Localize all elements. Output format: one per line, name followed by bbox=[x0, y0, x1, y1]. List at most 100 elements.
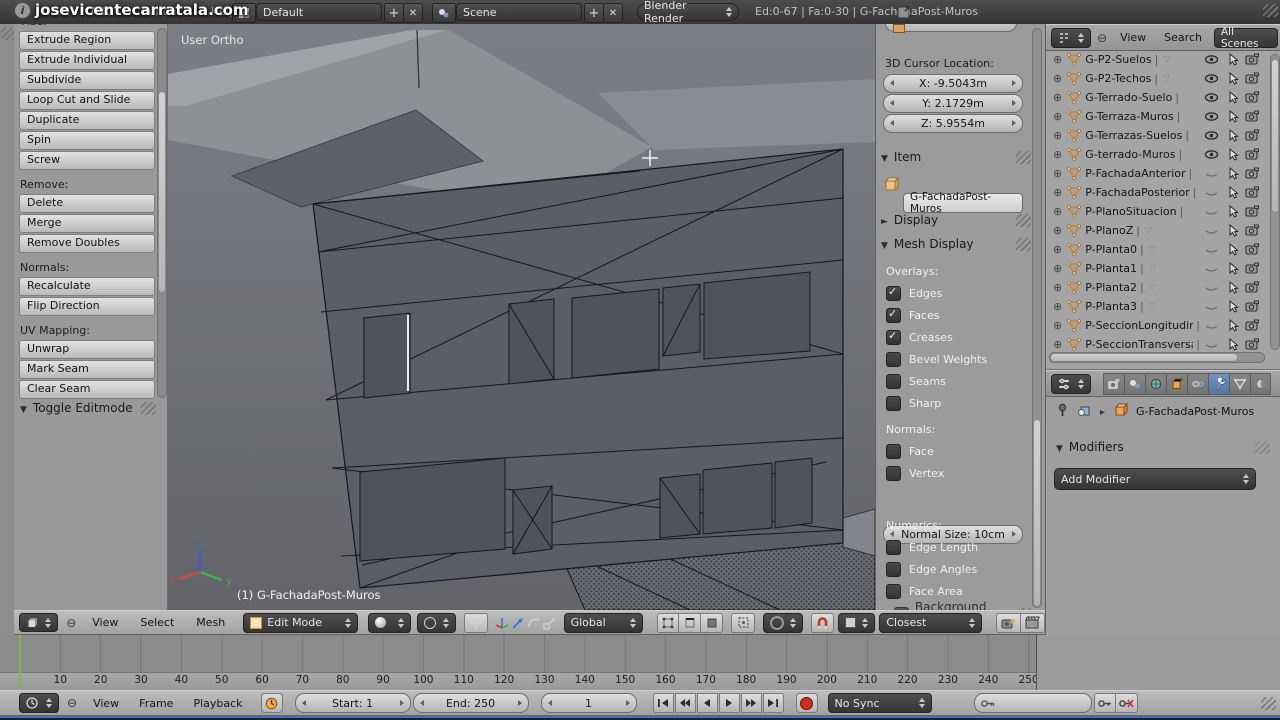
frame-start-field[interactable]: Start: 1 bbox=[294, 693, 411, 713]
mode-selector[interactable]: Edit Mode bbox=[243, 612, 359, 633]
current-frame-marker[interactable] bbox=[19, 635, 21, 690]
panel-drag-icon[interactable] bbox=[1016, 213, 1031, 227]
numerics-option[interactable]: Edge Length bbox=[886, 536, 978, 558]
visibility-eye-icon[interactable] bbox=[1204, 282, 1219, 296]
opengl-render-button[interactable] bbox=[996, 612, 1021, 633]
tool-button[interactable]: Delete bbox=[19, 194, 155, 213]
pivot-point-selector[interactable] bbox=[417, 612, 457, 633]
expand-icon[interactable] bbox=[1053, 262, 1062, 275]
renderability-camera-icon[interactable] bbox=[1245, 72, 1260, 87]
manipulator-scale-icon[interactable] bbox=[542, 615, 558, 631]
checkbox-icon[interactable] bbox=[886, 285, 901, 301]
selectability-cursor-icon[interactable] bbox=[1227, 204, 1239, 221]
selectability-cursor-icon[interactable] bbox=[1227, 109, 1239, 126]
timeline-resize-corner[interactable] bbox=[1261, 696, 1276, 710]
overlay-option[interactable]: Sharp bbox=[886, 392, 987, 414]
visibility-eye-icon[interactable] bbox=[1204, 92, 1219, 106]
editor-type-outliner-icon[interactable] bbox=[1051, 27, 1091, 48]
outliner-item[interactable]: P-Planta2 bbox=[1046, 278, 1268, 297]
outliner-item[interactable]: G-P2-Suelos bbox=[1046, 50, 1268, 69]
window-duplicate-icon[interactable] bbox=[896, 3, 913, 23]
timeline-menu-playback[interactable]: Playback bbox=[191, 697, 244, 710]
outliner-item[interactable]: P-PlanoZ bbox=[1046, 221, 1268, 240]
visibility-eye-icon[interactable] bbox=[1204, 320, 1219, 334]
jump-prev-keyframe-button[interactable] bbox=[674, 693, 696, 713]
delete-layout-button[interactable] bbox=[403, 3, 423, 23]
tool-button[interactable]: Spin bbox=[19, 131, 155, 150]
snap-target-selector[interactable]: Closest bbox=[879, 612, 983, 633]
renderability-camera-icon[interactable] bbox=[1245, 319, 1260, 334]
header-collapse-icon[interactable] bbox=[67, 696, 77, 710]
renderability-camera-icon[interactable] bbox=[1245, 281, 1260, 296]
record-button[interactable] bbox=[795, 693, 818, 713]
checkbox-icon[interactable] bbox=[886, 395, 901, 411]
outliner-item[interactable]: P-SeccionLongitudin bbox=[1046, 316, 1268, 335]
outliner-item[interactable]: G-Terrado-Suelo bbox=[1046, 88, 1268, 107]
outliner-h-scrollbar[interactable] bbox=[1049, 352, 1265, 363]
visibility-eye-icon[interactable] bbox=[1204, 206, 1219, 220]
outliner-v-scrollbar[interactable] bbox=[1270, 54, 1280, 350]
numerics-option[interactable]: Face Area bbox=[886, 580, 978, 602]
object-context-icon[interactable] bbox=[1077, 403, 1092, 420]
outliner-menu-view[interactable]: View bbox=[1118, 31, 1148, 44]
tool-button[interactable]: Screw bbox=[19, 151, 155, 170]
outliner-item[interactable]: P-Planta0 bbox=[1046, 240, 1268, 259]
timeline-menu-view[interactable]: View bbox=[91, 697, 121, 710]
preview-range-clock-button[interactable] bbox=[260, 693, 283, 713]
overlay-option[interactable]: Edges bbox=[886, 282, 987, 304]
transform-orientation-selector[interactable]: Global bbox=[563, 612, 644, 633]
tool-button[interactable]: Recalculate bbox=[19, 277, 155, 296]
tool-button[interactable]: Extrude Individual bbox=[19, 51, 155, 70]
tab-world-icon[interactable] bbox=[1145, 372, 1166, 395]
checkbox-icon[interactable] bbox=[886, 465, 901, 481]
visibility-eye-icon[interactable] bbox=[1204, 187, 1219, 201]
tool-button[interactable]: Flip Direction bbox=[19, 297, 155, 316]
selectability-cursor-icon[interactable] bbox=[1227, 261, 1239, 278]
normals-option[interactable]: Vertex bbox=[886, 462, 944, 484]
n-panel-clipped-button[interactable] bbox=[885, 24, 1017, 33]
proportional-edit-selector[interactable] bbox=[762, 612, 803, 633]
checkbox-icon[interactable] bbox=[886, 373, 901, 389]
insert-keyframe-button[interactable] bbox=[1093, 693, 1116, 713]
tool-button[interactable]: Duplicate bbox=[19, 111, 155, 130]
delete-scene-button[interactable] bbox=[603, 3, 623, 23]
selectability-cursor-icon[interactable] bbox=[1227, 223, 1239, 240]
tool-button[interactable]: Remove Doubles bbox=[19, 234, 155, 253]
renderability-camera-icon[interactable] bbox=[1245, 91, 1260, 106]
renderability-camera-icon[interactable] bbox=[1245, 129, 1260, 144]
checkbox-icon[interactable] bbox=[886, 307, 901, 323]
mesh-menu[interactable]: Mesh bbox=[194, 616, 227, 629]
object-name-field[interactable]: G-FachadaPost-Muros bbox=[903, 191, 1023, 215]
timeline-ruler[interactable]: 10 20 30 40 50 60 70 80 90 100 110 120 130 140 150 160 1… bbox=[0, 635, 1037, 690]
visibility-eye-icon[interactable] bbox=[1204, 73, 1219, 87]
modifiers-panel-header[interactable]: Modifiers bbox=[1056, 440, 1272, 454]
selectability-cursor-icon[interactable] bbox=[1227, 90, 1239, 107]
manipulator-rotate-icon[interactable] bbox=[526, 615, 542, 631]
checkbox-icon[interactable] bbox=[886, 443, 901, 459]
pin-icon[interactable] bbox=[1056, 403, 1069, 420]
expand-icon[interactable] bbox=[1053, 148, 1062, 161]
outliner-item[interactable]: P-FachadaPosterior bbox=[1046, 183, 1268, 202]
tool-button[interactable]: Clear Seam bbox=[19, 380, 155, 399]
jump-to-end-button[interactable] bbox=[762, 693, 784, 713]
selectability-cursor-icon[interactable] bbox=[1227, 52, 1239, 69]
visibility-eye-icon[interactable] bbox=[1204, 111, 1219, 125]
item-panel-header[interactable]: Item bbox=[881, 150, 1041, 164]
selectability-cursor-icon[interactable] bbox=[1227, 280, 1239, 297]
add-layout-button[interactable] bbox=[384, 3, 404, 23]
av-sync-selector[interactable]: No Sync bbox=[827, 693, 932, 713]
selectability-cursor-icon[interactable] bbox=[1227, 299, 1239, 316]
editor-type-3dview-icon[interactable] bbox=[19, 613, 59, 632]
panel-drag-icon[interactable] bbox=[141, 401, 156, 415]
renderability-camera-icon[interactable] bbox=[1245, 300, 1260, 315]
add-scene-button[interactable] bbox=[584, 3, 604, 23]
jump-next-keyframe-button[interactable] bbox=[740, 693, 762, 713]
tool-shelf-scrollbar[interactable] bbox=[157, 28, 167, 398]
header-collapse-icon[interactable] bbox=[66, 616, 76, 630]
editor-type-timeline-icon[interactable] bbox=[19, 693, 59, 713]
tool-button[interactable]: Normals: bbox=[20, 260, 155, 275]
tool-button[interactable]: Merge bbox=[19, 214, 155, 233]
tab-modifiers-icon[interactable] bbox=[1208, 372, 1229, 395]
overlay-option[interactable]: Bevel Weights bbox=[886, 348, 987, 370]
tab-object-icon[interactable] bbox=[1166, 372, 1187, 395]
